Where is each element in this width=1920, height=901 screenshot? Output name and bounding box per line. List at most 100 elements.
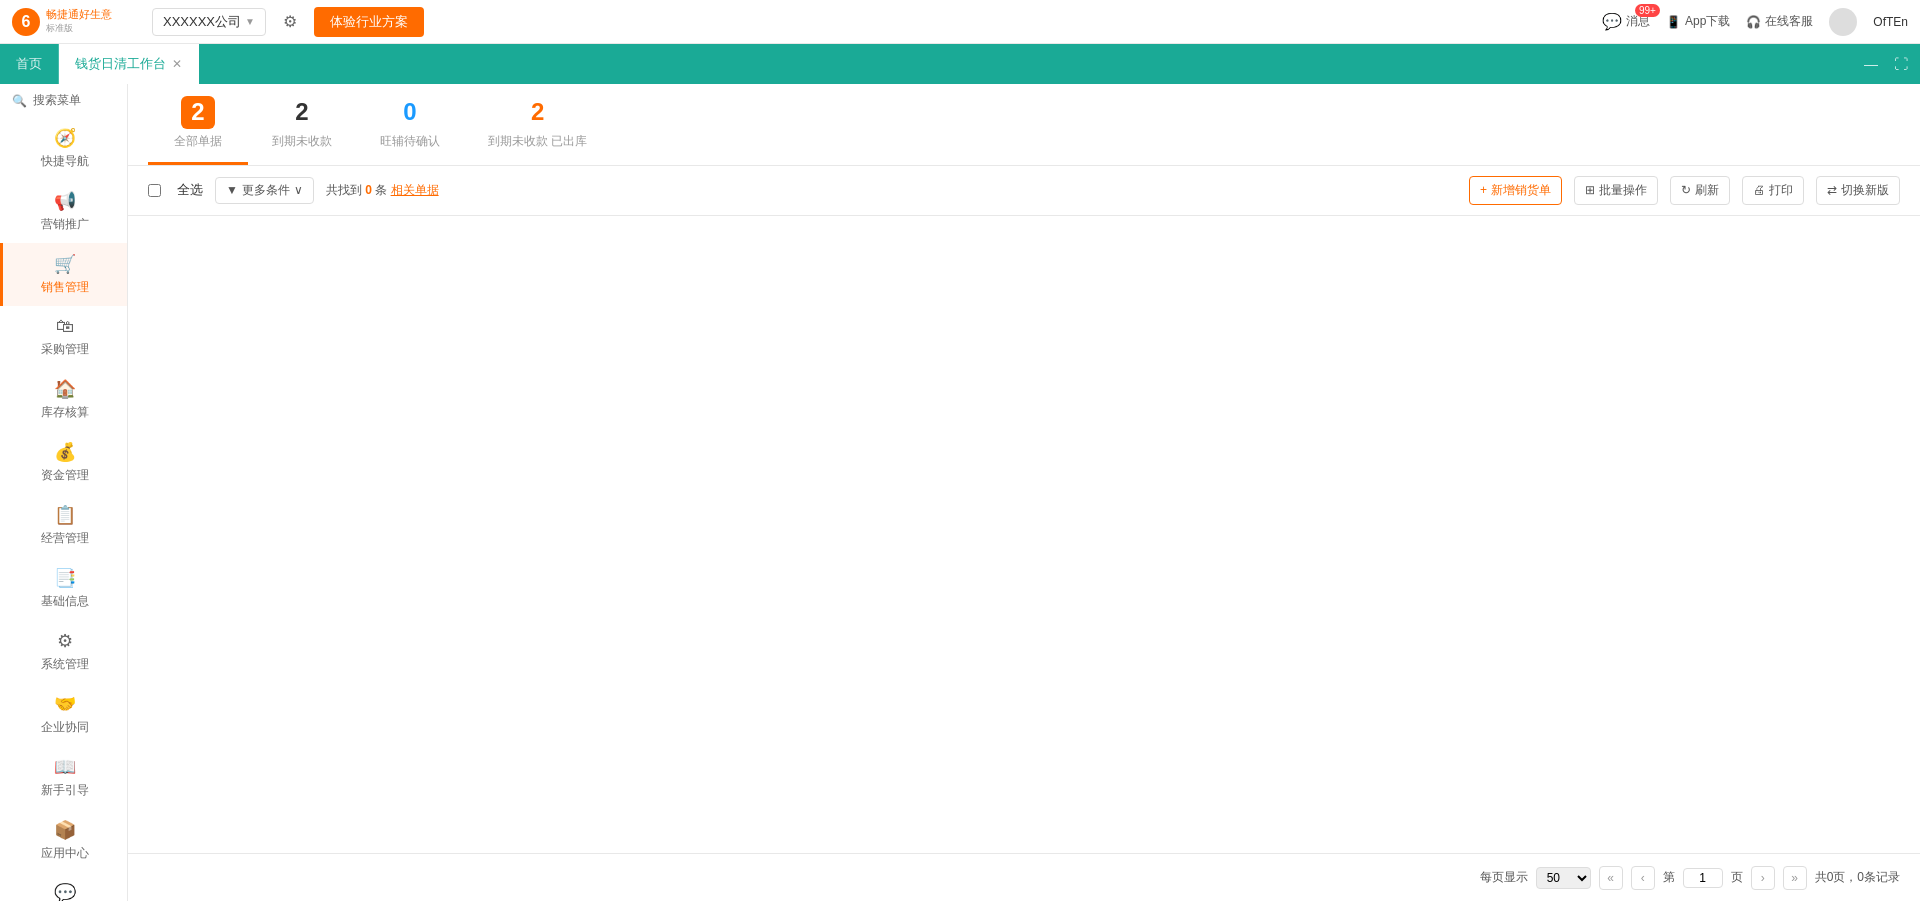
stat-label-overdue: 到期未收款 [272,133,332,150]
sidebar-yingyong-icon: 📦 [54,819,76,841]
found-unit: 条 [375,183,387,197]
sidebar-item-xitong[interactable]: ⚙ 系统管理 [0,620,127,683]
app-download-icon: 📱 [1666,15,1681,29]
per-page-select[interactable]: 50 100 200 [1536,867,1591,889]
stat-label-shipped: 到期未收款 已出库 [488,133,587,150]
sidebar-item-yingyong[interactable]: 📦 应用中心 [0,809,127,872]
sidebar-jingying-label: 经营管理 [41,530,89,547]
pagination-bar: 每页显示 50 100 200 « ‹ 第 页 › » 共0页，0条记录 [128,853,1920,901]
online-service-button[interactable]: 🎧 在线客服 [1746,13,1813,30]
app-download-button[interactable]: 📱 App下载 [1666,13,1730,30]
stat-tab-overdue[interactable]: 2 到期未收款 [248,84,356,165]
last-page-button[interactable]: » [1783,866,1807,890]
sidebar-yingxiao-label: 营销推广 [41,216,89,233]
sidebar-item-xinshou[interactable]: 📖 新手引导 [0,746,127,809]
stat-tab-wangpu[interactable]: 0 旺辅待确认 [356,84,464,165]
tab-qhqrg[interactable]: 钱货日清工作台 ✕ [59,44,199,84]
sidebar-item-yingxiao[interactable]: 📢 营销推广 [0,180,127,243]
sidebar-xinshou-icon: 📖 [54,756,76,778]
message-badge: 99+ [1635,4,1660,17]
stat-label-all: 全部单据 [174,133,222,150]
sidebar-item-qiye[interactable]: 🤝 企业协同 [0,683,127,746]
sidebar-kucun-icon: 🏠 [54,378,76,400]
stats-tabs: 2 全部单据 2 到期未收款 0 旺辅待确认 2 到期未收款 已出库 [128,84,1920,166]
logo-icon: 6 [12,8,40,36]
found-prefix: 共找到 [326,183,362,197]
nav-tabs-actions: — ⛶ [1860,52,1920,76]
switch-new-button[interactable]: ⇄ 切换新版 [1816,176,1900,205]
minimize-icon[interactable]: — [1860,52,1882,76]
sidebar-item-kucun[interactable]: 🏠 库存核算 [0,368,127,431]
page-label: 第 [1663,869,1675,886]
sidebar-xitong-icon: ⚙ [57,630,73,652]
stat-number-shipped: 2 [523,96,552,129]
sidebar-xiaoshou-label: 销售管理 [41,279,89,296]
next-page-button[interactable]: › [1751,866,1775,890]
sidebar-caigou-label: 采购管理 [41,341,89,358]
batch-operation-button[interactable]: ⊞ 批量操作 [1574,176,1658,205]
total-info: 共0页，0条记录 [1815,869,1900,886]
sidebar-item-jichu[interactable]: 📑 基础信息 [0,557,127,620]
refresh-button[interactable]: ↻ 刷新 [1670,176,1730,205]
sidebar-item-xiaoshou[interactable]: 🛒 销售管理 [0,243,127,306]
add-label: 新增销货单 [1491,182,1551,199]
company-name: XXXXXX公司 [163,13,241,31]
sidebar-qiye-label: 企业协同 [41,719,89,736]
filter-label: 更多条件 [242,182,290,199]
trial-button[interactable]: 体验行业方案 [314,7,424,37]
batch-label: 批量操作 [1599,182,1647,199]
sidebar-item-kuaijie[interactable]: 🧭 快捷导航 [0,117,127,180]
sidebar-kuaijie-label: 快捷导航 [41,153,89,170]
content-area: 2 全部单据 2 到期未收款 0 旺辅待确认 2 到期未收款 已出库 全选 ▼ … [128,84,1920,901]
user-name: OfTEn [1873,15,1908,29]
sidebar-item-weixin[interactable]: 💬 企业微信 [0,872,127,901]
main-layout: 🔍 搜索菜单 🧭 快捷导航 📢 营销推广 🛒 销售管理 🛍 采购管理 🏠 库存核… [0,84,1920,901]
per-page-label: 每页显示 [1480,869,1528,886]
app-download-label: App下载 [1685,13,1730,30]
add-sale-button[interactable]: + 新增销货单 [1469,176,1562,205]
sidebar-kuaijie-icon: 🧭 [54,127,76,149]
sidebar-jichu-icon: 📑 [54,567,76,589]
tab-home[interactable]: 首页 [0,44,59,84]
prev-page-button[interactable]: ‹ [1631,866,1655,890]
company-selector[interactable]: XXXXXX公司 ▼ [152,8,266,36]
sidebar-xiaoshou-icon: 🛒 [54,253,76,275]
sidebar-yingxiao-icon: 📢 [54,190,76,212]
select-all-checkbox[interactable] [148,184,161,197]
maximize-icon[interactable]: ⛶ [1890,52,1912,76]
refresh-label: 刷新 [1695,182,1719,199]
print-button[interactable]: 🖨 打印 [1742,176,1804,205]
sidebar-item-jingying[interactable]: 📋 经营管理 [0,494,127,557]
stat-tab-all[interactable]: 2 全部单据 [148,84,248,165]
avatar[interactable] [1829,8,1857,36]
add-icon: + [1480,183,1487,197]
sidebar-kucun-label: 库存核算 [41,404,89,421]
stat-tab-shipped[interactable]: 2 到期未收款 已出库 [464,84,611,165]
sidebar-qiye-icon: 🤝 [54,693,76,715]
top-header: 6 畅捷通好生意 标准版 XXXXXX公司 ▼ ⚙ 体验行业方案 💬 消息 99… [0,0,1920,44]
page-input[interactable] [1683,868,1723,888]
filter-icon: ▼ [226,183,238,197]
select-all-label: 全选 [177,181,203,199]
print-icon: 🖨 [1753,183,1765,197]
filter-button[interactable]: ▼ 更多条件 ∨ [215,177,314,204]
first-page-button[interactable]: « [1599,866,1623,890]
settings-icon[interactable]: ⚙ [274,6,306,38]
print-label: 打印 [1769,182,1793,199]
filter-chevron-icon: ∨ [294,183,303,197]
page-suffix: 页 [1731,869,1743,886]
found-link[interactable]: 相关单据 [391,183,439,197]
sidebar-item-caigou[interactable]: 🛍 采购管理 [0,306,127,368]
nav-tabs-bar: 首页 钱货日清工作台 ✕ — ⛶ [0,44,1920,84]
sidebar-jichu-label: 基础信息 [41,593,89,610]
tab-close-icon[interactable]: ✕ [172,57,182,71]
tab-qhqrg-label: 钱货日清工作台 [75,55,166,73]
search-menu-item[interactable]: 🔍 搜索菜单 [0,84,127,117]
sidebar-item-zijin[interactable]: 💰 资金管理 [0,431,127,494]
header-right: 💬 消息 99+ 📱 App下载 🎧 在线客服 OfTEn [1602,8,1908,36]
found-text: 共找到 0 条 相关单据 [326,182,439,199]
sidebar-yingyong-label: 应用中心 [41,845,89,862]
search-menu-label: 搜索菜单 [33,92,81,109]
sidebar-zijin-label: 资金管理 [41,467,89,484]
message-button[interactable]: 💬 消息 99+ [1602,12,1650,31]
